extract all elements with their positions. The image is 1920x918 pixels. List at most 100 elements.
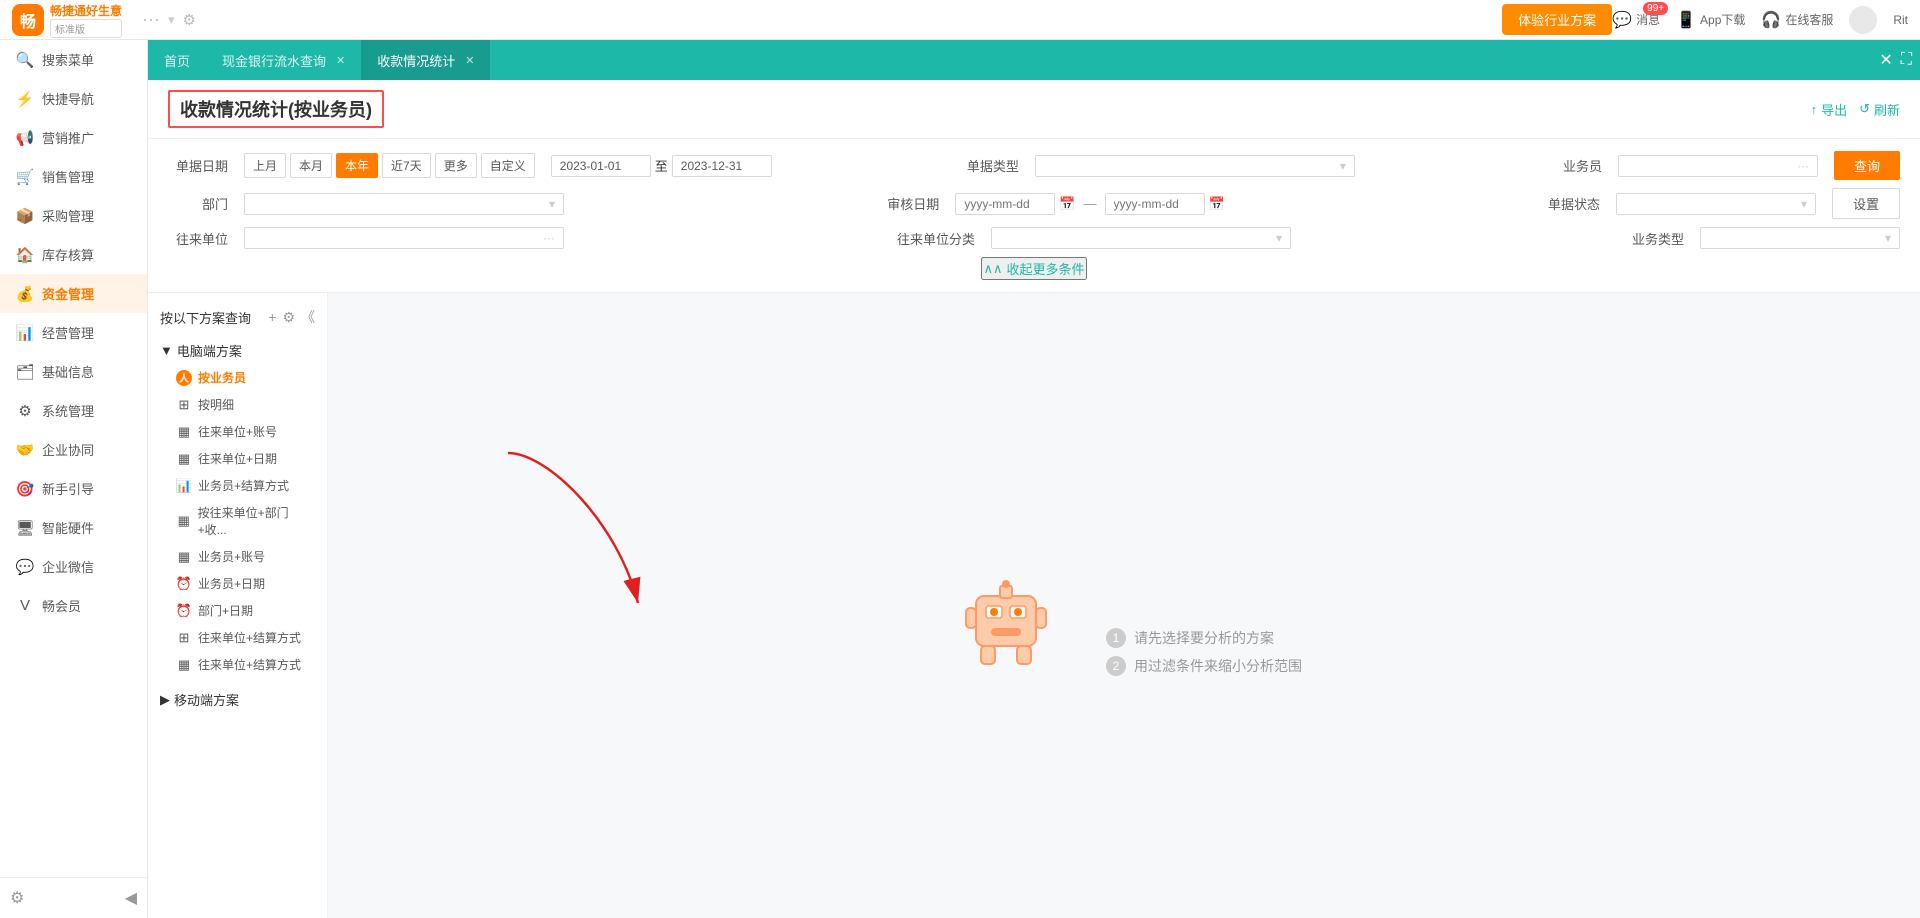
sidebar-icon-2: 📢 bbox=[16, 129, 34, 147]
scheme-item-salesperson-account[interactable]: ▦ 业务员+账号 bbox=[148, 543, 327, 570]
scheme-item-dept-date[interactable]: ⏰ 部门+日期 bbox=[148, 597, 327, 624]
sidebar-item-企业协同[interactable]: 🤝企业协同 bbox=[0, 430, 147, 469]
robot-container: 1 请先选择要分析的方案 2 用过滤条件来缩小分析范围 bbox=[946, 556, 1302, 676]
scheme-item-icon-salesperson: 人 bbox=[176, 370, 192, 386]
voucher-type-select[interactable]: ▾ bbox=[1035, 155, 1355, 177]
sidebar-item-快捷导航[interactable]: ⚡快捷导航 bbox=[0, 79, 147, 118]
query-btn[interactable]: 查询 bbox=[1834, 151, 1900, 180]
close-cash-flow-icon[interactable]: ✕ bbox=[336, 54, 345, 67]
refresh-icon: ↺ bbox=[1859, 101, 1870, 117]
date-btn-this-year[interactable]: 本年 bbox=[336, 153, 378, 178]
date-end-input[interactable] bbox=[672, 155, 772, 177]
scheme-item-partner-settlement2[interactable]: ▦ 往来单位+结算方式 bbox=[148, 651, 327, 678]
page-header: 收款情况统计(按业务员) ↑ 导出 ↺ 刷新 bbox=[148, 80, 1920, 139]
sidebar-item-基础信息[interactable]: 🗂基础信息 bbox=[0, 352, 147, 391]
main-content: 按以下方案查询 + ⚙ 《 ▼ 电脑端方案 人 bbox=[148, 293, 1920, 918]
tip-num-2: 2 bbox=[1106, 656, 1126, 676]
scheme-group-desktop-title[interactable]: ▼ 电脑端方案 bbox=[148, 337, 327, 364]
scheme-item-partner-settlement1[interactable]: ⊞ 往来单位+结算方式 bbox=[148, 624, 327, 651]
scheme-item-by-detail[interactable]: ⊞ 按明细 bbox=[148, 391, 327, 418]
collapse-btn[interactable]: ∧∧ 收起更多条件 bbox=[981, 257, 1086, 280]
salesperson-arrow: ··· bbox=[1797, 159, 1809, 173]
date-btn-this-month[interactable]: 本月 bbox=[290, 153, 332, 178]
sidebar-item-搜索菜单[interactable]: 🔍搜索菜单 bbox=[0, 40, 147, 79]
scheme-item-partner-date[interactable]: ▦ 往来单位+日期 bbox=[148, 445, 327, 472]
date-btn-more[interactable]: 更多 bbox=[435, 153, 477, 178]
sidebar-item-新手引导[interactable]: 🎯新手引导 bbox=[0, 469, 147, 508]
refresh-btn[interactable]: ↺ 刷新 bbox=[1859, 100, 1900, 119]
dept-arrow: ▾ bbox=[549, 197, 555, 211]
sidebar-item-智能硬件[interactable]: 🖥智能硬件 bbox=[0, 508, 147, 547]
date-start-input[interactable] bbox=[551, 155, 651, 177]
nav-dots: ··· bbox=[142, 9, 160, 30]
scheme-group-mobile-arrow: ▶ bbox=[160, 692, 170, 708]
salesperson-select[interactable]: ··· bbox=[1618, 155, 1818, 177]
sidebar-item-营销推广[interactable]: 📢 营销推广 bbox=[0, 118, 147, 157]
review-date-start-input[interactable] bbox=[955, 193, 1055, 215]
online-service-btn[interactable]: 🎧 在线客服 bbox=[1761, 10, 1833, 30]
trial-btn[interactable]: 体验行业方案 bbox=[1502, 4, 1612, 35]
sidebar-item-库存核算[interactable]: 🏠库存核算 bbox=[0, 235, 147, 274]
sidebar-icon-14: V bbox=[16, 597, 34, 615]
empty-tip-2: 2 用过滤条件来缩小分析范围 bbox=[1106, 656, 1302, 676]
messages-btn[interactable]: 💬 消息 99+ bbox=[1612, 10, 1660, 30]
sidebar-collapse-icon[interactable]: ◀ bbox=[125, 888, 137, 908]
tab-collection-stats[interactable]: 收款情况统计 ✕ bbox=[361, 40, 490, 80]
scheme-group-mobile-title[interactable]: ▶ 移动端方案 bbox=[148, 686, 327, 713]
sidebar-label-9: 系统管理 bbox=[42, 401, 94, 420]
scheme-collapse-icon[interactable]: 《 bbox=[301, 307, 315, 327]
sidebar-item-采购管理[interactable]: 📦采购管理 bbox=[0, 196, 147, 235]
scheme-group-desktop: ▼ 电脑端方案 人 按业务员 ⊞ 按明细 ▦ 往 bbox=[148, 333, 327, 682]
business-type-select[interactable]: ▾ bbox=[1700, 227, 1900, 249]
maximize-icon[interactable]: ⛶ bbox=[1901, 51, 1912, 69]
scheme-item-partner-account[interactable]: ▦ 往来单位+账号 bbox=[148, 418, 327, 445]
sidebar-label-2: 营销推广 bbox=[42, 128, 94, 147]
date-btn-custom[interactable]: 自定义 bbox=[481, 153, 535, 178]
sidebar-settings-icon[interactable]: ⚙ bbox=[10, 888, 24, 908]
partner-select[interactable]: ··· bbox=[244, 227, 564, 249]
settings-icon[interactable]: ⚙ bbox=[183, 11, 196, 29]
partner-category-select[interactable]: ▾ bbox=[991, 227, 1291, 249]
date-btn-7days[interactable]: 近7天 bbox=[382, 153, 431, 178]
voucher-status-select[interactable]: ▾ bbox=[1616, 193, 1816, 215]
sidebar-item-畅会员[interactable]: V 畅会员 bbox=[0, 586, 147, 625]
sidebar-label-13: 企业微信 bbox=[42, 557, 94, 576]
sidebar-item-经营管理[interactable]: 📊经营管理 bbox=[0, 313, 147, 352]
scheme-item-icon-pds: ▦ bbox=[176, 513, 192, 529]
scheme-item-salesperson-settlement[interactable]: 📊 业务员+结算方式 bbox=[148, 472, 327, 499]
sidebar-item-企业微信[interactable]: 💬企业微信 bbox=[0, 547, 147, 586]
search-panel: 单据日期 上月 本月 本年 近7天 更多 自定义 至 bbox=[148, 139, 1920, 293]
voucher-type-arrow: ▾ bbox=[1340, 159, 1346, 173]
sidebar-icon-4: 📦 bbox=[16, 207, 34, 225]
scheme-item-by-salesperson[interactable]: 人 按业务员 bbox=[148, 364, 327, 391]
scheme-item-salesperson-date[interactable]: ⏰ 业务员+日期 bbox=[148, 570, 327, 597]
set-btn[interactable]: 设置 bbox=[1832, 188, 1900, 219]
sidebar-item-销售管理[interactable]: 🛒销售管理 bbox=[0, 157, 147, 196]
nav-arrow: ▾ bbox=[168, 12, 175, 28]
sidebar-item-系统管理[interactable]: ⚙系统管理 bbox=[0, 391, 147, 430]
date-btn-last-month[interactable]: 上月 bbox=[244, 153, 286, 178]
review-date-end-input[interactable] bbox=[1105, 193, 1205, 215]
scheme-panel-header: 按以下方案查询 + ⚙ 《 bbox=[148, 301, 327, 333]
sidebar-label-14: 畅会员 bbox=[42, 596, 81, 615]
scheme-item-icon-ps2: ▦ bbox=[176, 657, 192, 673]
dept-select[interactable]: ▾ bbox=[244, 193, 564, 215]
sidebar-item-资金管理[interactable]: 💰资金管理 bbox=[0, 274, 147, 313]
scheme-item-partner-dept[interactable]: ▦ 按往来单位+部门+收... bbox=[148, 499, 327, 543]
partner-category-arrow: ▾ bbox=[1276, 231, 1282, 245]
add-scheme-btn[interactable]: + bbox=[268, 309, 276, 325]
partner-label: 往来单位 bbox=[168, 229, 228, 248]
tab-cash-flow[interactable]: 现金银行流水查询 ✕ bbox=[206, 40, 361, 80]
close-collection-stats-icon[interactable]: ✕ bbox=[465, 54, 474, 67]
scheme-settings-icon[interactable]: ⚙ bbox=[282, 309, 295, 326]
logo-text: 畅捷通好生意 bbox=[50, 2, 122, 19]
tab-home[interactable]: 首页 bbox=[148, 40, 206, 80]
close-tab-icon[interactable]: ✕ bbox=[1879, 50, 1892, 70]
top-nav: ··· ▾ ⚙ bbox=[142, 9, 1502, 30]
user-avatar[interactable] bbox=[1849, 6, 1877, 34]
export-btn[interactable]: ↑ 导出 bbox=[1811, 100, 1848, 119]
review-date-dash: — bbox=[1084, 196, 1097, 211]
app-download-btn[interactable]: 📱 App下载 bbox=[1676, 10, 1745, 30]
business-type-label: 业务类型 bbox=[1624, 229, 1684, 248]
version-badge: 标准版 bbox=[50, 19, 122, 38]
